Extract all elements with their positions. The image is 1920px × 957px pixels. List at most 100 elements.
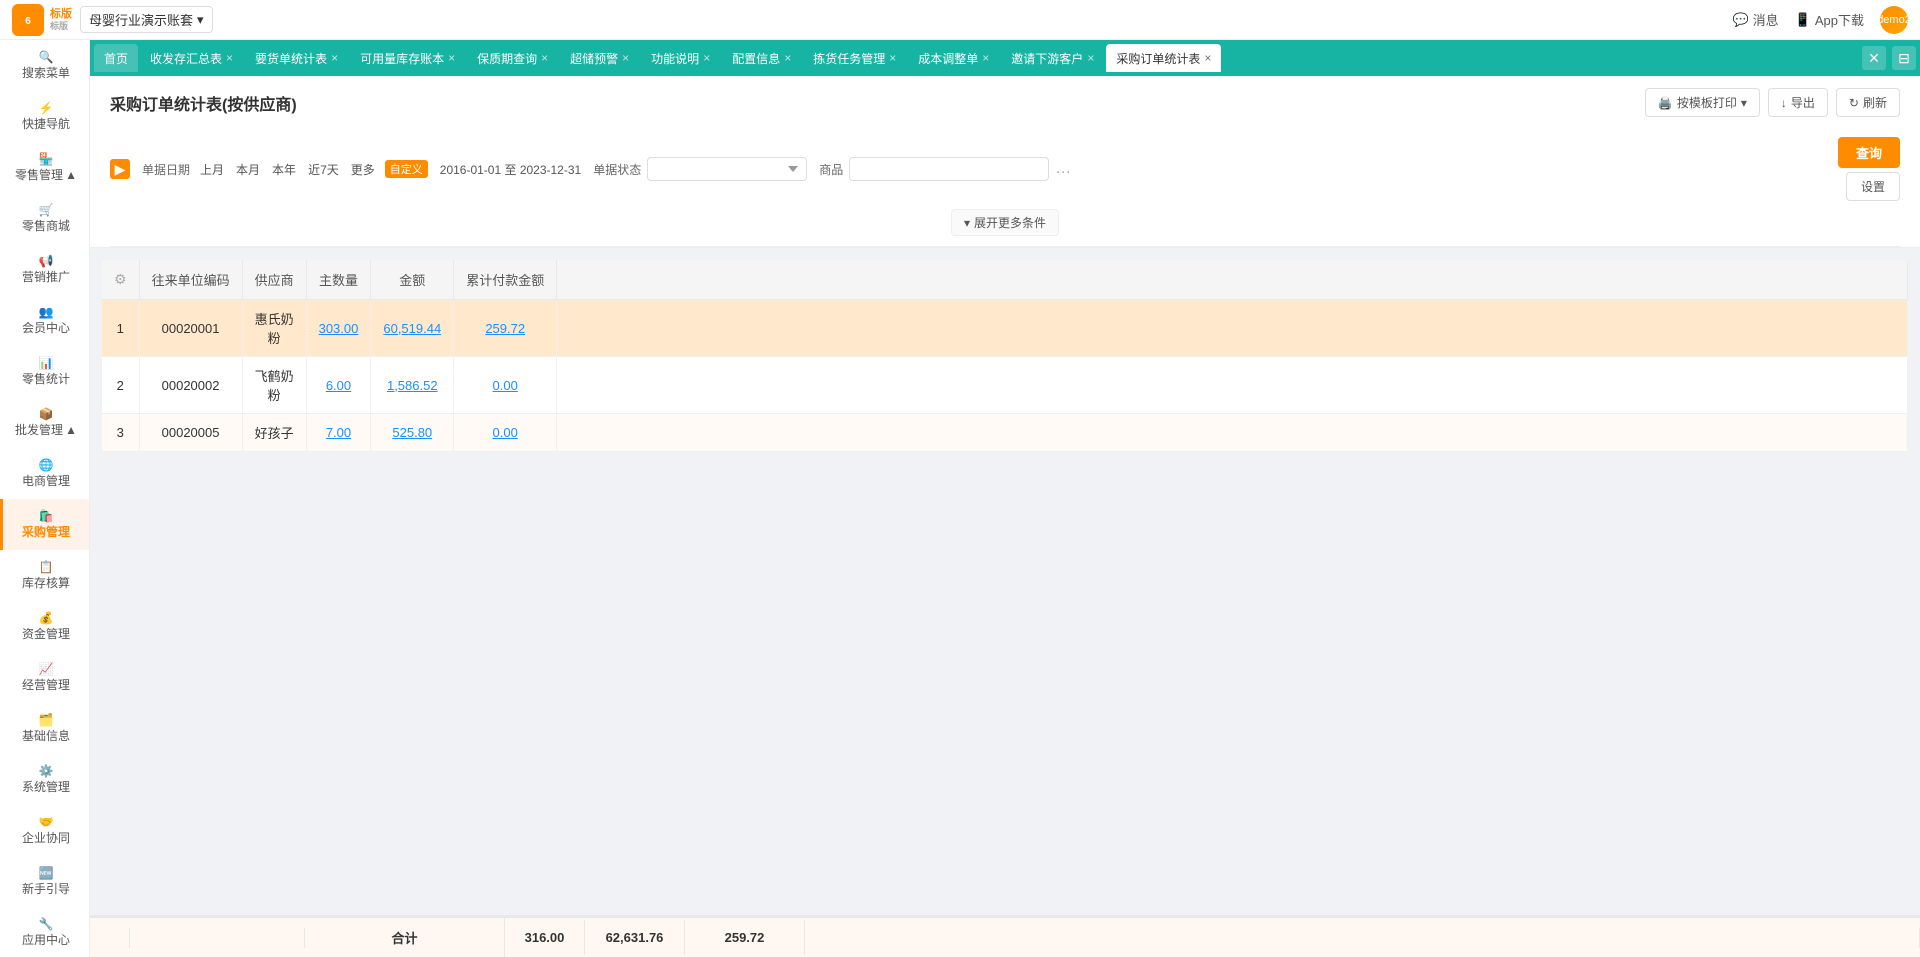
print-button[interactable]: 🖨️ 按模板打印 ▾ bbox=[1645, 88, 1760, 117]
tab-close-icon[interactable]: × bbox=[1087, 51, 1094, 65]
date-filter: 单据日期 上月 本月 本年 近7天 更多 自定义 bbox=[142, 159, 428, 180]
ellipsis-icon[interactable]: … bbox=[1055, 160, 1071, 178]
tab-close-icon[interactable]: × bbox=[784, 51, 791, 65]
status-select[interactable] bbox=[647, 157, 807, 181]
tab-home[interactable]: 首页 bbox=[94, 44, 138, 72]
message-button[interactable]: 💬 消息 bbox=[1732, 10, 1778, 29]
export-icon: ↓ bbox=[1781, 96, 1787, 110]
filter-actions: 查询 设置 bbox=[1838, 137, 1900, 201]
app-download-button[interactable]: 📱 App下载 bbox=[1795, 10, 1864, 29]
row-extra bbox=[557, 357, 1908, 414]
sidebar-item-ecommerce[interactable]: 🌐 电商管理 bbox=[0, 448, 89, 499]
sidebar-item-enterprise[interactable]: 🤝 企业协同 bbox=[0, 805, 89, 856]
sidebar-item-purchase[interactable]: 🛍️ 采购管理 bbox=[0, 499, 89, 550]
tab-close-icon[interactable]: × bbox=[889, 51, 896, 65]
tab-receive-summary[interactable]: 收发存汇总表 × bbox=[140, 44, 243, 72]
footer-row: 合计 316.00 62,631.76 259.72 bbox=[90, 917, 1920, 957]
row-paid: 0.00 bbox=[454, 414, 557, 452]
sidebar-item-guide[interactable]: 🆕 新手引导 bbox=[0, 856, 89, 907]
sidebar-item-nav[interactable]: ⚡ 快捷导航 bbox=[0, 91, 89, 142]
filter-expand-row: ▾ 展开更多条件 bbox=[110, 209, 1900, 236]
goods-label: 商品 bbox=[819, 161, 843, 178]
expand-toggle-button[interactable]: ▶ bbox=[110, 159, 130, 179]
setting-button[interactable]: 设置 bbox=[1846, 172, 1900, 201]
chevron-down-icon: ▾ bbox=[197, 12, 204, 28]
goods-input[interactable] bbox=[849, 157, 1049, 181]
sidebar-item-retail-stats[interactable]: 📊 零售统计 bbox=[0, 346, 89, 397]
col-settings[interactable]: ⚙ bbox=[102, 260, 139, 300]
sidebar-item-app-center[interactable]: 🔧 应用中心 bbox=[0, 907, 89, 957]
row-extra bbox=[557, 414, 1908, 452]
tab-close-icon[interactable]: × bbox=[331, 51, 338, 65]
tab-order-stats[interactable]: 要货单统计表 × bbox=[245, 44, 348, 72]
tab-menu-button[interactable]: ⊟ bbox=[1892, 46, 1916, 70]
tab-close-icon[interactable]: × bbox=[622, 51, 629, 65]
phone-icon: 📱 bbox=[1795, 12, 1811, 28]
tab-close-icon[interactable]: × bbox=[703, 51, 710, 65]
tab-function-desc[interactable]: 功能说明 × bbox=[641, 44, 720, 72]
svg-text:6: 6 bbox=[25, 16, 31, 27]
page-title-row: 采购订单统计表(按供应商) 🖨️ 按模板打印 ▾ ↓ 导出 ↻ bbox=[110, 88, 1900, 117]
amount-link[interactable]: 1,586.52 bbox=[387, 378, 438, 393]
qty-link[interactable]: 6.00 bbox=[326, 378, 351, 393]
expand-more-button[interactable]: ▾ 展开更多条件 bbox=[951, 209, 1059, 236]
shortcut-last-month[interactable]: 上月 bbox=[196, 159, 228, 180]
sidebar-item-finance[interactable]: 💰 资金管理 bbox=[0, 601, 89, 652]
footer-amount-cell: 62,631.76 bbox=[585, 920, 685, 955]
shortcut-7days[interactable]: 近7天 bbox=[304, 159, 343, 180]
sidebar-item-system[interactable]: ⚙️ 系统管理 bbox=[0, 754, 89, 805]
top-bar-right: 💬 消息 📱 App下载 demo2 bbox=[1732, 6, 1908, 34]
paid-link[interactable]: 0.00 bbox=[493, 378, 518, 393]
row-no: 2 bbox=[102, 357, 139, 414]
workspace-selector[interactable]: 母婴行业演示账套 ▾ bbox=[80, 6, 213, 33]
tab-config[interactable]: 配置信息 × bbox=[722, 44, 801, 72]
tab-invite-customer[interactable]: 邀请下游客户 × bbox=[1001, 44, 1104, 72]
tab-cost-adjust[interactable]: 成本调整单 × bbox=[908, 44, 999, 72]
paid-link[interactable]: 259.72 bbox=[485, 321, 525, 336]
sidebar-item-inventory[interactable]: 📋 库存核算 bbox=[0, 550, 89, 601]
tab-bar-right: ✕ ⊟ bbox=[1862, 46, 1916, 70]
arrow-icon: ▲ bbox=[65, 168, 77, 182]
tab-purchase-order-stats[interactable]: 采购订单统计表 × bbox=[1106, 44, 1221, 72]
tab-close-icon[interactable]: × bbox=[982, 51, 989, 65]
main-layout: 🔍 搜索菜单 ⚡ 快捷导航 🏪 零售管理 ▲ 🛒 零售商城 📢 营销推广 👥 会… bbox=[0, 40, 1920, 957]
shortcut-more[interactable]: 更多 bbox=[347, 159, 379, 180]
sidebar-item-basic-info[interactable]: 🗂️ 基础信息 bbox=[0, 703, 89, 754]
qty-link[interactable]: 303.00 bbox=[319, 321, 359, 336]
export-button[interactable]: ↓ 导出 bbox=[1768, 88, 1828, 117]
tab-available-inventory[interactable]: 可用量库存账本 × bbox=[350, 44, 465, 72]
tab-overstock-warning[interactable]: 超储预警 × bbox=[560, 44, 639, 72]
tab-close-icon[interactable]: × bbox=[541, 51, 548, 65]
table-row[interactable]: 1 00020001 惠氏奶粉 303.00 60,519.44 259.72 bbox=[102, 300, 1908, 357]
sidebar-item-retail-mgmt[interactable]: 🏪 零售管理 ▲ bbox=[0, 142, 89, 193]
shortcut-this-year[interactable]: 本年 bbox=[268, 159, 300, 180]
user-area[interactable]: demo2 bbox=[1880, 6, 1908, 34]
tab-close-all-button[interactable]: ✕ bbox=[1862, 46, 1886, 70]
refresh-button[interactable]: ↻ 刷新 bbox=[1836, 88, 1900, 117]
shortcut-this-month[interactable]: 本月 bbox=[232, 159, 264, 180]
sidebar-item-member[interactable]: 👥 会员中心 bbox=[0, 295, 89, 346]
row-supplier: 飞鹤奶粉 bbox=[242, 357, 306, 414]
sidebar-item-search[interactable]: 🔍 搜索菜单 bbox=[0, 40, 89, 91]
query-button[interactable]: 查询 bbox=[1838, 137, 1900, 168]
table-row[interactable]: 3 00020005 好孩子 7.00 525.80 0.00 bbox=[102, 414, 1908, 452]
sidebar-item-marketing[interactable]: 📢 营销推广 bbox=[0, 244, 89, 295]
amount-link[interactable]: 60,519.44 bbox=[383, 321, 441, 336]
amount-link[interactable]: 525.80 bbox=[392, 425, 432, 440]
settings-icon[interactable]: ⚙ bbox=[114, 271, 127, 287]
date-range-badge[interactable]: 自定义 bbox=[385, 160, 428, 178]
tab-close-icon[interactable]: × bbox=[226, 51, 233, 65]
paid-link[interactable]: 0.00 bbox=[493, 425, 518, 440]
sidebar-item-retail-shop[interactable]: 🛒 零售商城 bbox=[0, 193, 89, 244]
sidebar-item-operations[interactable]: 📈 经营管理 bbox=[0, 652, 89, 703]
tab-close-icon[interactable]: × bbox=[448, 51, 455, 65]
sidebar-item-wholesale[interactable]: 📦 批发管理 ▲ bbox=[0, 397, 89, 448]
tab-close-icon[interactable]: × bbox=[1204, 51, 1211, 65]
refresh-icon: ↻ bbox=[1849, 96, 1859, 110]
qty-link[interactable]: 7.00 bbox=[326, 425, 351, 440]
col-supplier: 供应商 bbox=[242, 260, 306, 300]
tab-quality-query[interactable]: 保质期查询 × bbox=[467, 44, 558, 72]
tab-pick-task[interactable]: 拣货任务管理 × bbox=[803, 44, 906, 72]
row-code: 00020001 bbox=[139, 300, 242, 357]
table-row[interactable]: 2 00020002 飞鹤奶粉 6.00 1,586.52 0.00 bbox=[102, 357, 1908, 414]
